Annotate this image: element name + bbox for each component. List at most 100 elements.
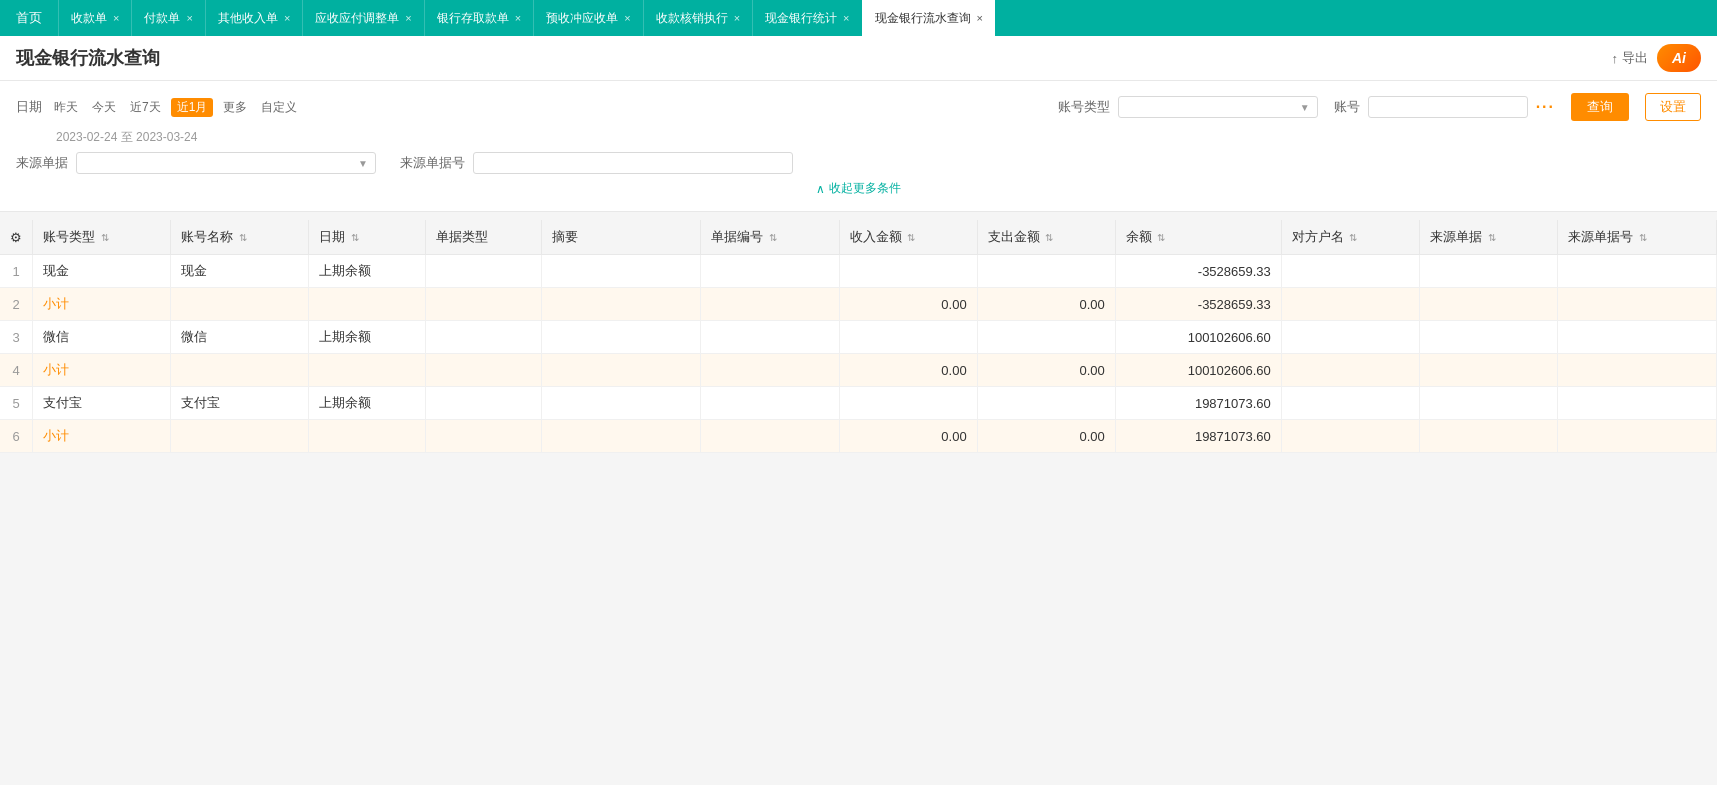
cell-summary (542, 255, 701, 288)
close-icon[interactable]: × (624, 12, 630, 24)
cell-date (309, 288, 425, 321)
cell-source-doc-num (1558, 288, 1717, 321)
cell-balance: 19871073.60 (1115, 387, 1281, 420)
sort-icon: ⇅ (1488, 232, 1496, 243)
account-input[interactable] (1368, 96, 1528, 118)
source-doc-select[interactable] (76, 152, 376, 174)
source-doc-label: 来源单据 (16, 154, 68, 172)
cell-doc-type (425, 288, 541, 321)
account-type-select-wrapper (1118, 96, 1318, 118)
cell-source-doc-num (1558, 420, 1717, 453)
source-doc-filter: 来源单据 (16, 152, 376, 174)
col-doc-number[interactable]: 单据编号 ⇅ (701, 220, 839, 255)
shortcut-yesterday[interactable]: 昨天 (50, 98, 82, 117)
nav-tab-5[interactable]: 预收冲应收单 × (533, 0, 642, 36)
sort-icon: ⇅ (1045, 232, 1053, 243)
cell-doc-number (701, 387, 839, 420)
sort-icon: ⇅ (351, 232, 359, 243)
ai-badge[interactable]: Ai (1657, 44, 1701, 72)
table-row: 1现金现金上期余额-3528659.33 (0, 255, 1717, 288)
source-doc-select-wrapper (76, 152, 376, 174)
cell-balance: 100102606.60 (1115, 321, 1281, 354)
cell-source-doc-num (1558, 255, 1717, 288)
close-icon[interactable]: × (977, 12, 983, 24)
close-icon[interactable]: × (734, 12, 740, 24)
col-summary[interactable]: 摘要 (542, 220, 701, 255)
source-doc-num-label: 来源单据号 (400, 154, 465, 172)
cell-expense (977, 255, 1115, 288)
account-type-label: 账号类型 (1058, 98, 1110, 116)
row-number: 2 (0, 288, 33, 321)
cell-expense (977, 321, 1115, 354)
col-expense[interactable]: 支出金额 ⇅ (977, 220, 1115, 255)
table-row: 2小计0.000.00-3528659.33 (0, 288, 1717, 321)
shortcut-1month[interactable]: 近1月 (171, 98, 214, 117)
col-balance[interactable]: 余额 ⇅ (1115, 220, 1281, 255)
sort-icon: ⇅ (1157, 232, 1165, 243)
cell-account-name: 现金 (171, 255, 309, 288)
query-button[interactable]: 查询 (1571, 93, 1629, 121)
cell-counterparty (1281, 321, 1419, 354)
col-account-type[interactable]: 账号类型 ⇅ (33, 220, 171, 255)
shortcut-today[interactable]: 今天 (88, 98, 120, 117)
cell-account-name (171, 288, 309, 321)
cell-source-doc-num (1558, 354, 1717, 387)
cell-doc-number (701, 354, 839, 387)
nav-tab-0[interactable]: 收款单 × (58, 0, 131, 36)
account-label: 账号 (1334, 98, 1360, 116)
source-doc-num-filter: 来源单据号 (400, 152, 793, 174)
cell-account-name (171, 354, 309, 387)
shortcut-custom[interactable]: 自定义 (257, 98, 301, 117)
source-doc-num-input[interactable] (473, 152, 793, 174)
col-source-doc[interactable]: 来源单据 ⇅ (1419, 220, 1557, 255)
col-counterparty[interactable]: 对方户名 ⇅ (1281, 220, 1419, 255)
cell-doc-type (425, 420, 541, 453)
cell-counterparty (1281, 387, 1419, 420)
settings-button[interactable]: 设置 (1645, 93, 1701, 121)
nav-home[interactable]: 首页 (0, 0, 58, 36)
shortcut-more[interactable]: 更多 (219, 98, 251, 117)
col-source-doc-num[interactable]: 来源单据号 ⇅ (1558, 220, 1717, 255)
nav-tab-4[interactable]: 银行存取款单 × (424, 0, 533, 36)
cell-counterparty (1281, 354, 1419, 387)
nav-tab-8[interactable]: 现金银行流水查询 × (862, 0, 995, 36)
nav-tab-1[interactable]: 付款单 × (131, 0, 204, 36)
close-icon[interactable]: × (284, 12, 290, 24)
account-type-select[interactable] (1118, 96, 1318, 118)
cell-date: 上期余额 (309, 255, 425, 288)
date-filter: 日期 昨天 今天 近7天 近1月 更多 自定义 (16, 98, 301, 117)
cell-summary (542, 354, 701, 387)
close-icon[interactable]: × (405, 12, 411, 24)
close-icon[interactable]: × (843, 12, 849, 24)
account-more-dots[interactable]: ··· (1536, 98, 1555, 116)
row-number: 3 (0, 321, 33, 354)
export-button[interactable]: ↑ 导出 (1612, 49, 1649, 67)
cell-income (839, 321, 977, 354)
nav-tab-6[interactable]: 收款核销执行 × (643, 0, 752, 36)
cell-doc-number (701, 321, 839, 354)
nav-tab-2[interactable]: 其他收入单 × (205, 0, 302, 36)
col-date[interactable]: 日期 ⇅ (309, 220, 425, 255)
shortcut-7days[interactable]: 近7天 (126, 98, 165, 117)
col-doc-type[interactable]: 单据类型 (425, 220, 541, 255)
collapse-bar[interactable]: ∧ 收起更多条件 (16, 174, 1701, 199)
col-income[interactable]: 收入金额 ⇅ (839, 220, 977, 255)
cell-income (839, 255, 977, 288)
close-icon[interactable]: × (113, 12, 119, 24)
cell-doc-type (425, 387, 541, 420)
cell-balance: 19871073.60 (1115, 420, 1281, 453)
cell-source-doc (1419, 354, 1557, 387)
cell-date (309, 354, 425, 387)
cell-expense: 0.00 (977, 354, 1115, 387)
cell-doc-type (425, 354, 541, 387)
col-account-name[interactable]: 账号名称 ⇅ (171, 220, 309, 255)
cell-account-type: 现金 (33, 255, 171, 288)
close-icon[interactable]: × (186, 12, 192, 24)
nav-tab-7[interactable]: 现金银行统计 × (752, 0, 861, 36)
close-icon[interactable]: × (515, 12, 521, 24)
cell-source-doc-num (1558, 387, 1717, 420)
nav-tab-3[interactable]: 应收应付调整单 × (302, 0, 423, 36)
cell-counterparty (1281, 255, 1419, 288)
col-settings[interactable]: ⚙ (0, 220, 33, 255)
export-icon: ↑ (1612, 51, 1619, 66)
